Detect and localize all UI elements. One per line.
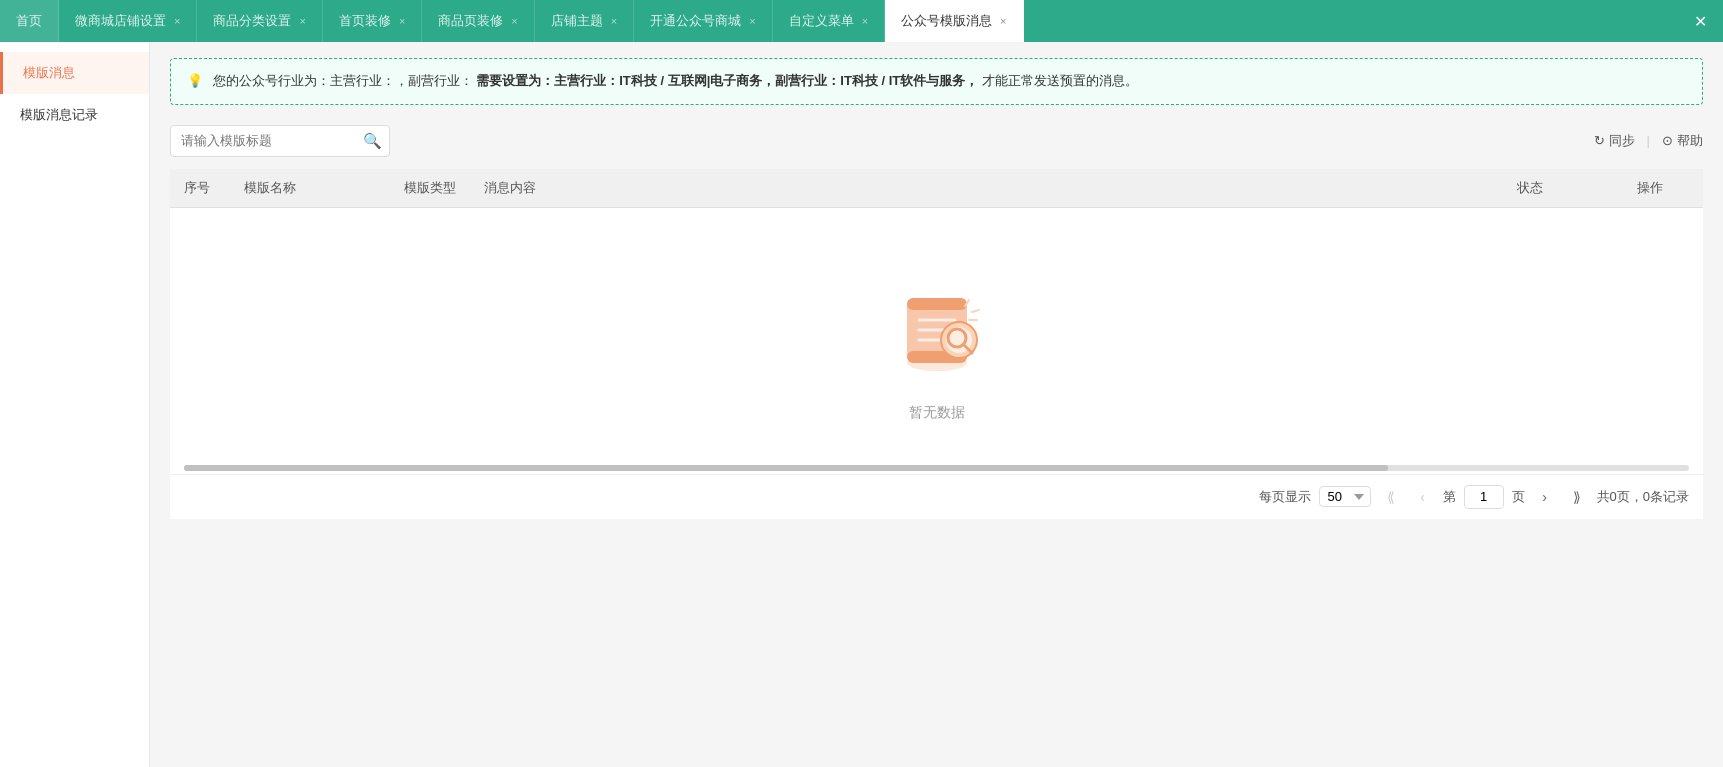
page-number-input[interactable]: [1464, 485, 1504, 509]
search-input[interactable]: [170, 125, 390, 157]
search-bar: 🔍 ↻ 同步 | ⊙ 帮助: [170, 125, 1703, 157]
tab-custom-menu-close[interactable]: ×: [862, 15, 868, 27]
empty-illustration: [877, 268, 997, 388]
col-header-name: 模版名称: [230, 169, 390, 208]
scrollbar-thumb[interactable]: [184, 465, 1388, 471]
table-container: 序号 模版名称 模版类型 消息内容 状态 操作: [170, 169, 1703, 519]
col-header-status: 状态: [1503, 169, 1623, 208]
sidebar-item-template-msg-record[interactable]: 模版消息记录: [0, 94, 149, 136]
prev-page-button[interactable]: ‹: [1411, 485, 1435, 509]
content-area: 💡 您的公众号行业为：主营行业：，副营行业： 需要设置为：主营行业：IT科技 /…: [150, 42, 1723, 767]
tab-homepage-decorate-label: 首页装修: [339, 12, 391, 30]
search-input-wrapper: 🔍: [170, 125, 390, 157]
tab-open-shop-close[interactable]: ×: [749, 15, 755, 27]
tab-homepage-decorate[interactable]: 首页装修 ×: [323, 0, 422, 42]
notice-highlight: 需要设置为：主营行业：IT科技 / 互联网|电子商务，副营行业：IT科技 / I…: [476, 73, 978, 88]
last-page-button[interactable]: ⟫: [1565, 485, 1589, 509]
page-suffix: 页: [1512, 488, 1525, 506]
tab-product-decorate-close[interactable]: ×: [511, 15, 517, 27]
empty-state: 暂无数据: [170, 208, 1703, 462]
tab-micro-shop-close[interactable]: ×: [174, 15, 180, 27]
tab-product-category-close[interactable]: ×: [299, 15, 305, 27]
scrollbar-container: [170, 462, 1703, 474]
data-table: 序号 模版名称 模版类型 消息内容 状态 操作: [170, 169, 1703, 208]
total-info: 共0页，0条记录: [1597, 488, 1689, 506]
main-layout: 模版消息 模版消息记录 💡 您的公众号行业为：主营行业：，副营行业： 需要设置为…: [0, 42, 1723, 767]
tab-product-category-label: 商品分类设置: [213, 12, 291, 30]
tab-open-shop[interactable]: 开通公众号商城 ×: [634, 0, 772, 42]
help-icon: ⊙: [1662, 133, 1673, 148]
tab-home-label: 首页: [16, 12, 42, 30]
search-button[interactable]: 🔍: [363, 132, 382, 150]
tab-template-msg[interactable]: 公众号模版消息 ×: [885, 0, 1023, 42]
sync-label: 同步: [1609, 132, 1635, 150]
next-page-button[interactable]: ›: [1533, 485, 1557, 509]
col-header-index: 序号: [170, 169, 230, 208]
sidebar-item-template-msg[interactable]: 模版消息: [0, 52, 149, 94]
tab-custom-menu-label: 自定义菜单: [789, 12, 854, 30]
col-header-content: 消息内容: [470, 169, 1503, 208]
first-page-button[interactable]: ⟪: [1379, 485, 1403, 509]
tab-template-msg-close[interactable]: ×: [1000, 15, 1006, 27]
notice-prefix: 您的公众号行业为：主营行业：，副营行业：: [213, 73, 473, 88]
tab-product-decorate-label: 商品页装修: [438, 12, 503, 30]
notice-suffix: 才能正常发送预置的消息。: [982, 73, 1138, 88]
empty-text: 暂无数据: [909, 404, 965, 422]
svg-rect-2: [907, 298, 967, 310]
notice-banner: 💡 您的公众号行业为：主营行业：，副营行业： 需要设置为：主营行业：IT科技 /…: [170, 58, 1703, 105]
tab-micro-shop-label: 微商城店铺设置: [75, 12, 166, 30]
table-head: 序号 模版名称 模版类型 消息内容 状态 操作: [170, 169, 1703, 208]
sync-icon: ↻: [1594, 133, 1605, 148]
tab-shop-theme[interactable]: 店铺主题 ×: [535, 0, 634, 42]
tab-product-decorate[interactable]: 商品页装修 ×: [422, 0, 534, 42]
sync-button[interactable]: ↻ 同步: [1594, 132, 1635, 150]
sidebar-item-template-msg-label: 模版消息: [23, 65, 75, 80]
tab-shop-theme-close[interactable]: ×: [611, 15, 617, 27]
table-header-row: 序号 模版名称 模版类型 消息内容 状态 操作: [170, 169, 1703, 208]
tab-open-shop-label: 开通公众号商城: [650, 12, 741, 30]
toolbar-divider: |: [1647, 133, 1650, 148]
help-button[interactable]: ⊙ 帮助: [1662, 132, 1703, 150]
scrollbar-track[interactable]: [184, 465, 1689, 471]
sidebar-item-template-msg-record-label: 模版消息记录: [20, 107, 98, 122]
page-size-select[interactable]: 50 10 20 100: [1319, 486, 1371, 507]
notice-icon: 💡: [187, 73, 203, 88]
sidebar: 模版消息 模版消息记录: [0, 42, 150, 767]
tab-template-msg-label: 公众号模版消息: [901, 12, 992, 30]
page-label: 第: [1443, 488, 1456, 506]
tab-homepage-decorate-close[interactable]: ×: [399, 15, 405, 27]
toolbar-right: ↻ 同步 | ⊙ 帮助: [1594, 132, 1703, 150]
pagination: 每页显示 50 10 20 100 ⟪ ‹ 第 页 › ⟫ 共0页，0条记录: [170, 474, 1703, 519]
page-size-label: 每页显示: [1259, 488, 1311, 506]
tab-bar: 首页 微商城店铺设置 × 商品分类设置 × 首页装修 × 商品页装修 × 店铺主…: [0, 0, 1723, 42]
col-header-action: 操作: [1623, 169, 1703, 208]
close-all-button[interactable]: ✕: [1678, 12, 1723, 31]
tab-micro-shop[interactable]: 微商城店铺设置 ×: [59, 0, 197, 42]
tab-home[interactable]: 首页: [0, 0, 59, 42]
help-label: 帮助: [1677, 132, 1703, 150]
col-header-type: 模版类型: [390, 169, 470, 208]
svg-line-12: [972, 310, 979, 312]
tab-custom-menu[interactable]: 自定义菜单 ×: [773, 0, 885, 42]
tab-product-category[interactable]: 商品分类设置 ×: [197, 0, 322, 42]
tab-shop-theme-label: 店铺主题: [551, 12, 603, 30]
